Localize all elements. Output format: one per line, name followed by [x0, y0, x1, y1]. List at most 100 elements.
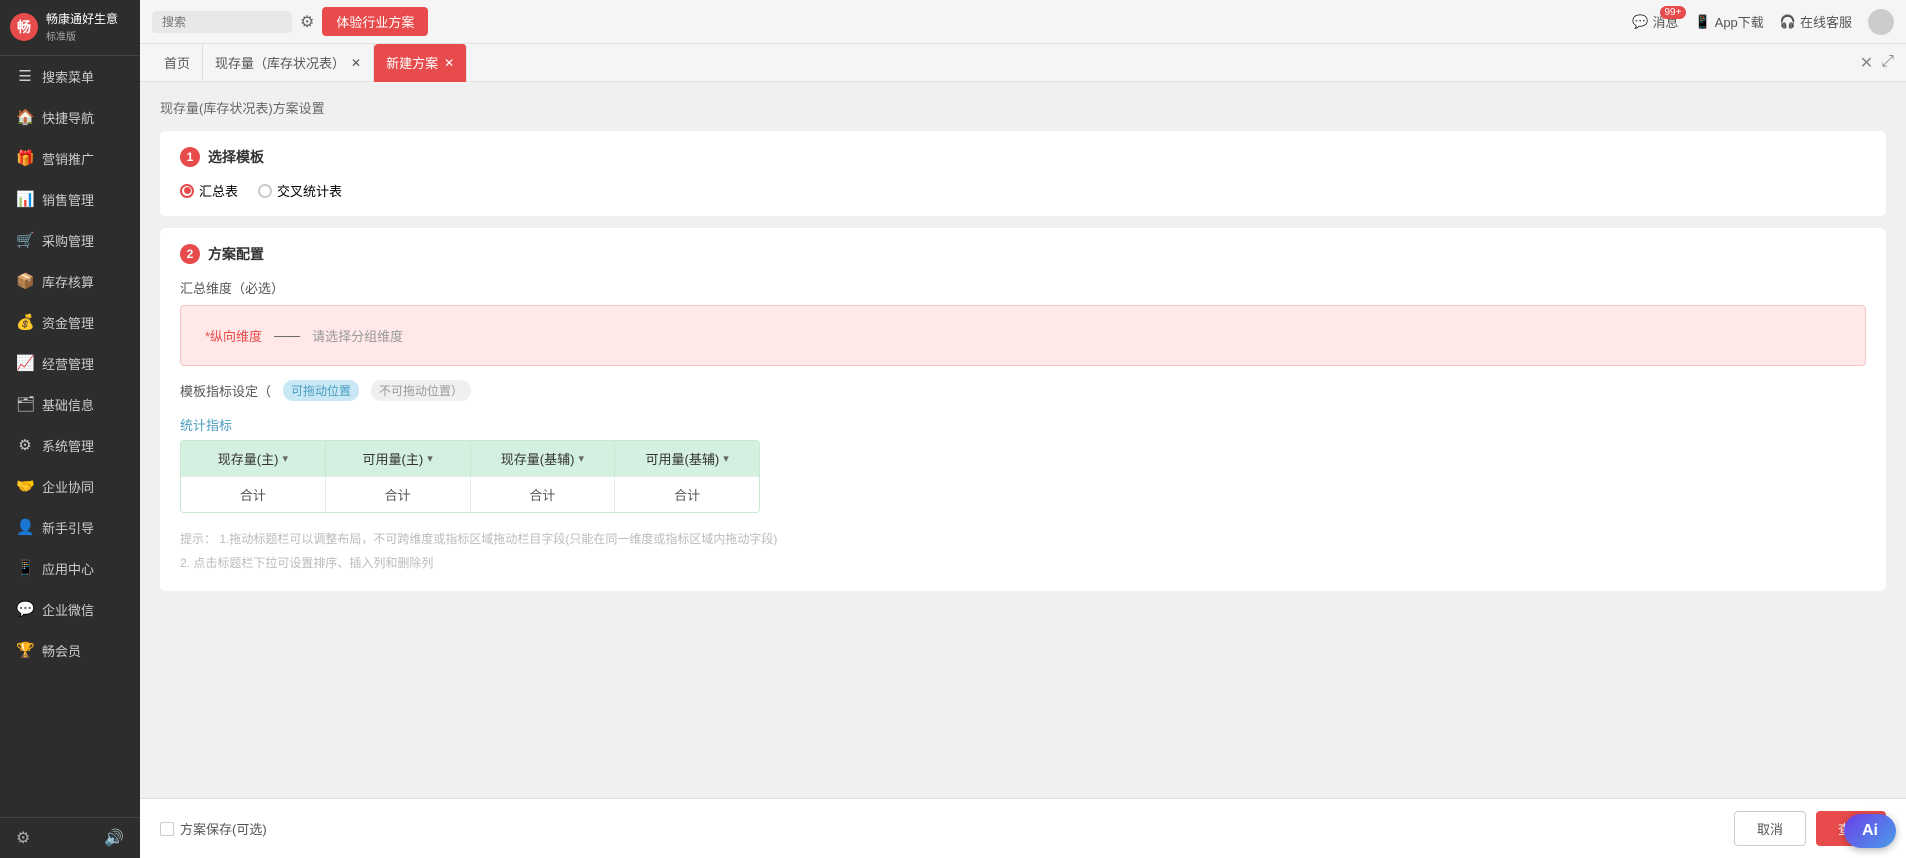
folder-icon: 🗂: [16, 395, 34, 413]
header-cell-1[interactable]: 可用量(主) ▾: [326, 441, 471, 476]
speaker-icon[interactable]: 🔊: [104, 828, 124, 848]
hint-text-1: 2. 点击标题栏下拉可设置排序、插入列和删除列: [180, 551, 433, 575]
step1-number: 1: [180, 147, 200, 167]
app-download-label: App下载: [1715, 12, 1764, 31]
search-input[interactable]: [152, 11, 292, 33]
cancel-button[interactable]: 取消: [1734, 811, 1806, 846]
chevron-down-icon-3[interactable]: ▾: [723, 452, 729, 465]
sidebar-item-enterprise[interactable]: 🤝 企业协同: [0, 466, 140, 507]
chat-icon: 💬: [16, 600, 34, 618]
sidebar-item-operations[interactable]: 📈 经营管理: [0, 343, 140, 384]
not-draggable-badge: 不可拖动位置）: [371, 380, 471, 401]
sidebar-item-basic-info[interactable]: 🗂 基础信息: [0, 384, 140, 425]
tab-home[interactable]: 首页: [152, 44, 203, 82]
chevron-down-icon-2[interactable]: ▾: [578, 452, 584, 465]
topbar: ⚙ 体验行业方案 💬 消息 99+ 📱 App下载 🎧 在线客服: [140, 0, 1906, 44]
search-menu-icon: ☰: [16, 67, 34, 85]
tab-inventory-status[interactable]: 现存量（库存状况表） ✕: [203, 44, 374, 82]
sidebar-item-label: 资金管理: [42, 313, 94, 332]
data-cell-0-2: 合计: [471, 477, 616, 512]
header-label-3: 可用量(基辅): [646, 449, 720, 468]
chevron-down-icon-1[interactable]: ▾: [427, 452, 433, 465]
stats-data-row-0: 合计 合计 合计 合计: [181, 476, 759, 512]
step2-card: 2 方案配置 汇总维度（必选） *纵向维度 —— 请选择分组维度 模板指标设定（…: [160, 228, 1886, 591]
stats-title: 统计指标: [180, 415, 1866, 434]
person-icon: 👤: [16, 518, 34, 536]
online-service-group[interactable]: 🎧 在线客服: [1780, 12, 1852, 31]
radio-cross[interactable]: 交叉统计表: [258, 181, 342, 200]
sidebar-item-label: 快捷导航: [42, 108, 94, 127]
message-group[interactable]: 💬 消息 99+: [1632, 12, 1678, 31]
sidebar-item-purchase[interactable]: 🛒 采购管理: [0, 220, 140, 261]
dimension-box: *纵向维度 —— 请选择分组维度: [180, 305, 1866, 366]
header-cell-3[interactable]: 可用量(基辅) ▾: [615, 441, 759, 476]
radio-summary[interactable]: 汇总表: [180, 181, 238, 200]
header-cell-2[interactable]: 现存量(基辅) ▾: [471, 441, 616, 476]
chevron-down-icon-0[interactable]: ▾: [282, 452, 288, 465]
trial-button[interactable]: 体验行业方案: [322, 7, 428, 36]
sidebar-item-new-guide[interactable]: 👤 新手引导: [0, 507, 140, 548]
template-radio-group: 汇总表 交叉统计表: [180, 181, 1866, 200]
tab-close-icon[interactable]: ✕: [351, 56, 361, 70]
dimension-row: *纵向维度 —— 请选择分组维度: [205, 326, 1841, 345]
avatar: [1868, 9, 1894, 35]
dimension-placeholder[interactable]: 请选择分组维度: [312, 326, 403, 345]
settings-bottom-icon[interactable]: ⚙: [16, 828, 30, 848]
tabs-bar: 首页 现存量（库存状况表） ✕ 新建方案 ✕ ✕ ⤢: [140, 44, 1906, 82]
tab-label: 现存量（库存状况表）: [215, 53, 345, 72]
sidebar-item-membership[interactable]: 🏆 畅会员: [0, 630, 140, 671]
header-cell-0[interactable]: 现存量(主) ▾: [181, 441, 326, 476]
ai-float-button[interactable]: Ai: [1844, 814, 1896, 848]
sidebar-item-finance[interactable]: 💰 资金管理: [0, 302, 140, 343]
sidebar-item-sales[interactable]: 📊 销售管理: [0, 179, 140, 220]
gear-icon: ⚙: [16, 436, 34, 454]
radio-cross-circle: [258, 184, 272, 198]
expand-icon[interactable]: ⤢: [1881, 53, 1894, 73]
hint-section: 提示： 1.拖动标题栏可以调整布局，不可跨维度或指标区域拖动栏目字段(只能在同一…: [180, 527, 1866, 575]
sidebar-item-label: 采购管理: [42, 231, 94, 250]
sidebar-item-label: 库存核算: [42, 272, 94, 291]
mobile-icon: 📱: [16, 559, 34, 577]
sidebar-item-inventory[interactable]: 📦 库存核算: [0, 261, 140, 302]
sidebar-item-app-center[interactable]: 📱 应用中心: [0, 548, 140, 589]
sidebar-item-label: 销售管理: [42, 190, 94, 209]
handshake-icon: 🤝: [16, 477, 34, 495]
step1-header: 1 选择模板: [180, 147, 1866, 167]
sidebar-item-enterprise-wx[interactable]: 💬 企业微信: [0, 589, 140, 630]
content-area: 现存量(库存状况表)方案设置 1 选择模板 汇总表 交叉统计表: [140, 82, 1906, 798]
dimension-form-label: 汇总维度（必选）: [180, 278, 1866, 297]
gift-icon: 🎁: [16, 149, 34, 167]
sidebar-item-shortcut[interactable]: 🏠 快捷导航: [0, 97, 140, 138]
sidebar-item-label: 新手引导: [42, 518, 94, 537]
tab-new-scheme[interactable]: 新建方案 ✕: [374, 44, 467, 82]
sidebar-item-label: 经营管理: [42, 354, 94, 373]
tab-close-active-icon[interactable]: ✕: [444, 56, 454, 70]
sidebar-item-marketing[interactable]: 🎁 营销推广: [0, 138, 140, 179]
tab-label: 新建方案: [386, 53, 438, 72]
app-download-group[interactable]: 📱 App下载: [1694, 12, 1763, 31]
topbar-settings-icon[interactable]: ⚙: [300, 12, 314, 32]
user-avatar-group[interactable]: [1868, 9, 1894, 35]
save-checkbox[interactable]: [160, 822, 174, 836]
radio-summary-label: 汇总表: [199, 181, 238, 200]
hint-line-0: 提示： 1.拖动标题栏可以调整布局，不可跨维度或指标区域拖动栏目字段(只能在同一…: [180, 527, 1866, 551]
tab-label: 首页: [164, 53, 190, 72]
step1-label: 选择模板: [208, 147, 264, 167]
stats-section: 统计指标 现存量(主) ▾ 可用量(主) ▾ 现存量(基辅): [180, 415, 1866, 513]
ai-button-label: Ai: [1862, 822, 1878, 839]
trend-icon: 📈: [16, 354, 34, 372]
topbar-right: 💬 消息 99+ 📱 App下载 🎧 在线客服: [1632, 9, 1894, 35]
sidebar-item-label: 营销推广: [42, 149, 94, 168]
page-title: 现存量(库存状况表)方案设置: [160, 98, 1886, 117]
step2-label: 方案配置: [208, 244, 264, 264]
header-label-0: 现存量(主): [218, 449, 279, 468]
sidebar-item-label: 搜索菜单: [42, 67, 94, 86]
home-icon: 🏠: [16, 108, 34, 126]
sidebar-item-system[interactable]: ⚙ 系统管理: [0, 425, 140, 466]
sidebar-item-label: 企业协同: [42, 477, 94, 496]
headset-icon: 🎧: [1780, 14, 1796, 30]
sidebar-item-search-menu[interactable]: ☰ 搜索菜单: [0, 56, 140, 97]
logo-badge: 标准版: [46, 28, 118, 43]
sidebar-item-label: 系统管理: [42, 436, 94, 455]
close-panel-icon[interactable]: ✕: [1860, 53, 1873, 73]
